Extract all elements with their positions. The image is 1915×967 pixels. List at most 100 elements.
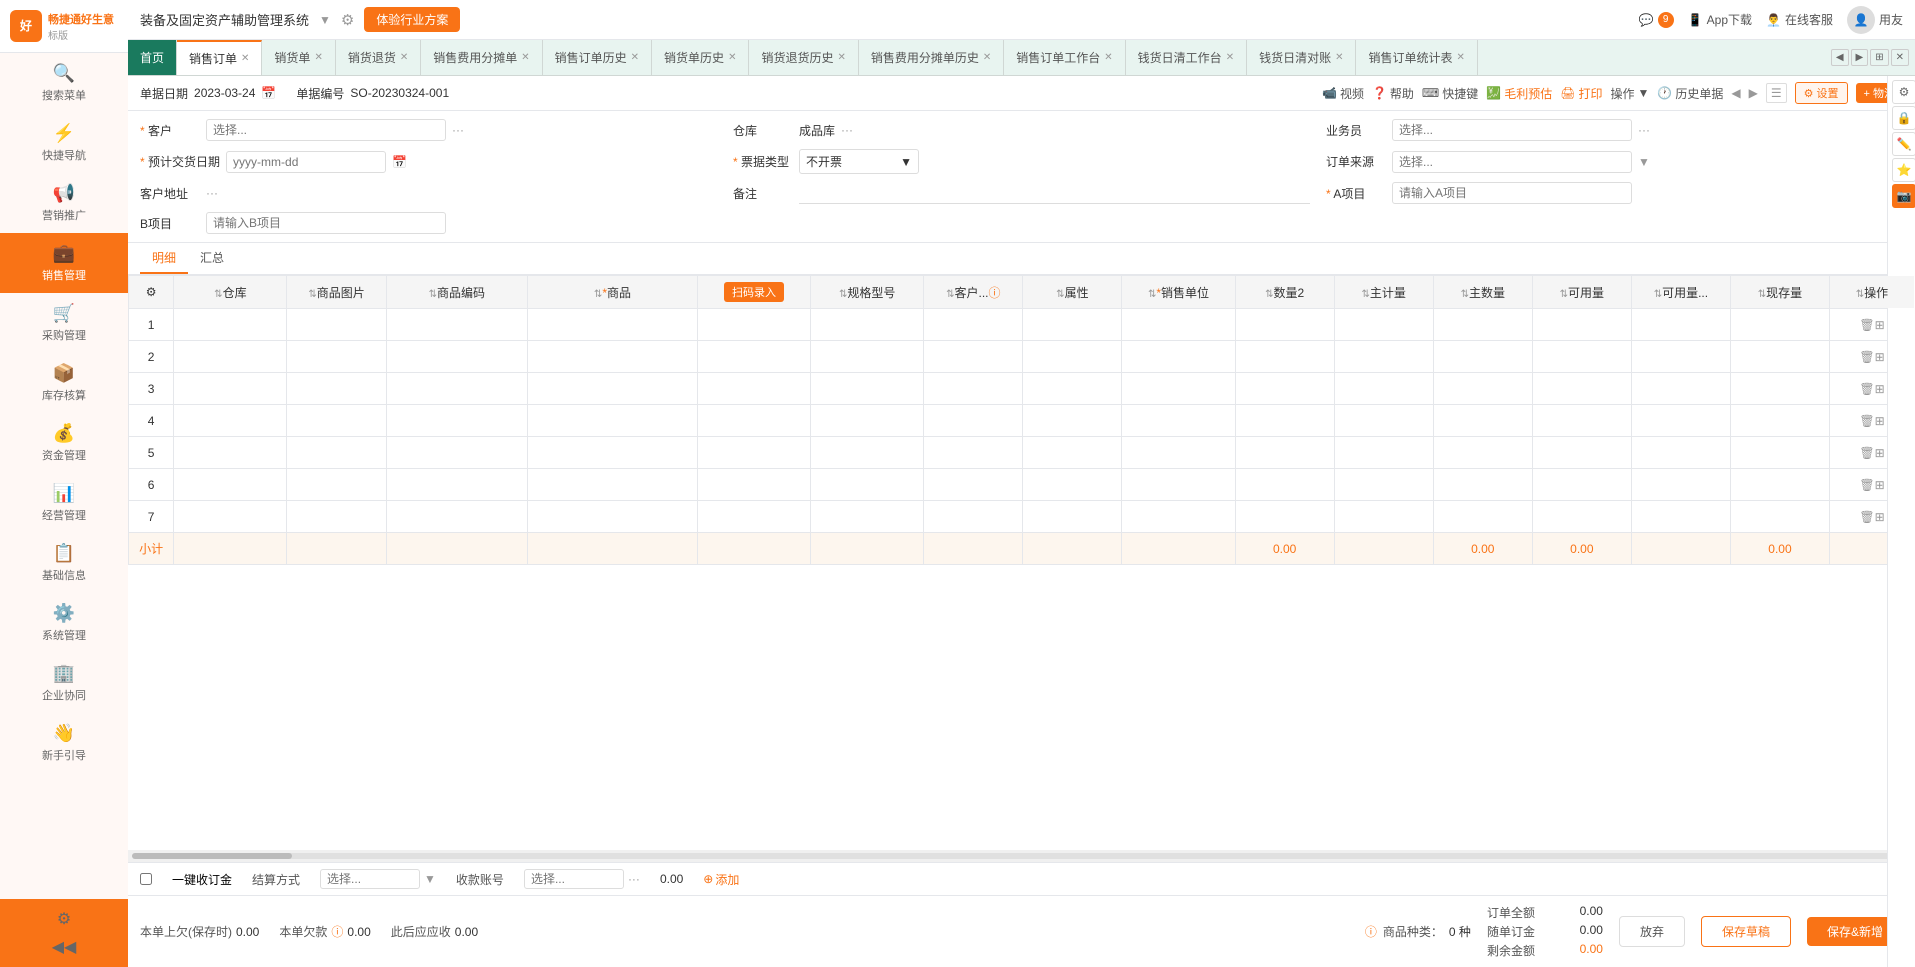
sort-available2[interactable]: ⇅ [1654, 289, 1662, 300]
tab-sales-expense-history[interactable]: 销售费用分摊单历史✕ [859, 40, 1004, 75]
add-btn[interactable]: ⊕ 添加 [703, 871, 739, 888]
help-btn[interactable]: ❓ 帮助 [1372, 85, 1414, 102]
tab-sales-order-workbench[interactable]: 销售订单工作台✕ [1004, 40, 1125, 75]
sidebar-item-system[interactable]: ⚙️系统管理 [0, 593, 128, 653]
address-more[interactable]: ··· [206, 186, 218, 200]
rp-lock-icon[interactable]: 🔒 [1892, 106, 1915, 130]
tab-close-sales-return-history[interactable]: ✕ [728, 52, 736, 63]
online-service-btn[interactable]: 👨‍💼 在线客服 [1766, 11, 1833, 28]
table-settings-icon[interactable]: ⚙ [146, 285, 157, 299]
delivery-date-input[interactable] [226, 151, 386, 173]
user-menu[interactable]: 👤 用友 [1847, 6, 1903, 34]
rp-edit-icon[interactable]: ✏️ [1892, 132, 1915, 156]
tab-close-sales-order[interactable]: ✕ [241, 53, 249, 64]
tab-close-sales-expense-split[interactable]: ✕ [521, 52, 529, 63]
sidebar-item-quick-nav[interactable]: ⚡快捷导航 [0, 113, 128, 173]
copy-row-4[interactable]: ⊞ [1875, 414, 1885, 428]
list-view-btn[interactable]: ☰ [1766, 83, 1787, 103]
rp-settings-icon[interactable]: ⚙ [1892, 80, 1915, 104]
tab-close-all-btn[interactable]: ✕ [1891, 49, 1909, 66]
warehouse-more[interactable]: ··· [841, 123, 853, 137]
goods-count-icon[interactable]: ⓘ [1365, 923, 1377, 940]
tab-cash-reconcile[interactable]: 钱货日清对账✕ [1247, 40, 1356, 75]
sidebar-item-guide[interactable]: 👋新手引导 [0, 713, 128, 773]
copy-row-2[interactable]: ⊞ [1875, 350, 1885, 364]
tab-close-cash-daily-clear[interactable]: ✕ [1226, 52, 1234, 63]
shortcut-btn[interactable]: ⌨ 快捷键 [1422, 85, 1478, 102]
settings-button[interactable]: ⚙ 设置 [1795, 82, 1848, 104]
salesperson-more[interactable]: ··· [1638, 123, 1650, 137]
sort-main-unit[interactable]: ⇅ [1362, 289, 1370, 300]
discard-button[interactable]: 放弃 [1619, 916, 1685, 947]
scroll-thumb[interactable] [132, 853, 292, 859]
sidebar-settings[interactable]: ⚙ [57, 909, 71, 929]
tab-close-sales-order-workbench[interactable]: ✕ [1104, 52, 1112, 63]
sort-main-qty[interactable]: ⇅ [1461, 289, 1469, 300]
tab-sales-expense-split[interactable]: 销售费用分摊单✕ [421, 40, 542, 75]
topbar-arrow-down[interactable]: ▼ [319, 13, 331, 27]
solution-button[interactable]: 体验行业方案 [364, 7, 460, 32]
copy-row-6[interactable]: ⊞ [1875, 478, 1885, 492]
sidebar-item-basic-info[interactable]: 📋基础信息 [0, 533, 128, 593]
sort-product-image[interactable]: ⇅ [308, 289, 316, 300]
sort-product-code[interactable]: ⇅ [429, 289, 437, 300]
tab-next-btn[interactable]: ▶ [1851, 49, 1869, 66]
next-page-btn[interactable]: ▶ [1749, 86, 1758, 100]
tab-close-sales-summary[interactable]: ✕ [1457, 52, 1465, 63]
current-debt-icon[interactable]: ⓘ [331, 923, 343, 940]
tab-sales-order[interactable]: 销售订单✕ [177, 40, 262, 75]
tab-sales-return-history[interactable]: 销货单历史✕ [652, 40, 749, 75]
tab-sales-return[interactable]: 销货单✕ [262, 40, 335, 75]
tab-sales-summary[interactable]: 销售订单统计表✕ [1356, 40, 1477, 75]
delete-row-4[interactable]: 🗑 [1859, 414, 1874, 428]
invoice-type-select[interactable]: 不开票 ▼ [799, 149, 919, 174]
copy-row-1[interactable]: ⊞ [1875, 318, 1885, 332]
gear-icon[interactable]: ⚙ [341, 11, 354, 29]
sort-warehouse[interactable]: ⇅ [214, 289, 222, 300]
sidebar-item-operations[interactable]: 📊经营管理 [0, 473, 128, 533]
detail-tab-summary[interactable]: 汇总 [188, 243, 236, 274]
tab-sales-order-history[interactable]: 销售订单历史✕ [543, 40, 652, 75]
b-project-input[interactable] [206, 212, 446, 234]
tab-close-sales-expense-history[interactable]: ✕ [983, 52, 991, 63]
sidebar-item-search[interactable]: 🔍搜索菜单 [0, 53, 128, 113]
delete-row-1[interactable]: 🗑 [1859, 318, 1874, 332]
customer-input[interactable] [206, 119, 446, 141]
sidebar-item-inventory[interactable]: 📦库存核算 [0, 353, 128, 413]
history-btn[interactable]: 🕐 历史单据 [1657, 85, 1723, 102]
tab-close-cash-reconcile[interactable]: ✕ [1335, 52, 1343, 63]
tab-close-sales-refund[interactable]: ✕ [400, 52, 408, 63]
delete-row-7[interactable]: 🗑 [1859, 510, 1874, 524]
bank-account-more[interactable]: ··· [628, 872, 640, 886]
tab-sales-refund[interactable]: 销货退货✕ [336, 40, 421, 75]
sidebar-item-marketing[interactable]: 📢营销推广 [0, 173, 128, 233]
tab-expand-btn[interactable]: ⊞ [1870, 49, 1888, 66]
a-project-input[interactable] [1392, 182, 1632, 204]
tab-close-sales-return[interactable]: ✕ [314, 52, 322, 63]
sort-actions[interactable]: ⇅ [1856, 289, 1864, 300]
tab-prev-btn[interactable]: ◀ [1831, 49, 1849, 66]
copy-row-7[interactable]: ⊞ [1875, 510, 1885, 524]
tab-cash-daily-clear[interactable]: 钱货日清工作台✕ [1126, 40, 1247, 75]
scroll-bar[interactable] [128, 850, 1915, 862]
customer-more[interactable]: ··· [452, 123, 464, 137]
tab-home[interactable]: 首页 [128, 40, 177, 75]
print-btn[interactable]: 🖨 打印 [1560, 85, 1602, 102]
profit-btn[interactable]: 💹 毛利预估 [1486, 85, 1552, 102]
delete-row-6[interactable]: 🗑 [1859, 478, 1874, 492]
detail-tab-detail[interactable]: 明细 [140, 243, 188, 274]
tab-sales-refund-history[interactable]: 销货退货历史✕ [749, 40, 858, 75]
prev-page-btn[interactable]: ◀ [1731, 86, 1740, 100]
tab-close-sales-order-history[interactable]: ✕ [631, 52, 639, 63]
sort-attributes[interactable]: ⇅ [1056, 289, 1064, 300]
delivery-calendar-icon[interactable]: 📅 [392, 155, 407, 169]
order-source-input[interactable] [1392, 151, 1632, 173]
scroll-track[interactable] [132, 853, 1911, 859]
copy-row-3[interactable]: ⊞ [1875, 382, 1885, 396]
sidebar-item-purchase[interactable]: 🛒采购管理 [0, 293, 128, 353]
one-click-checkbox[interactable] [140, 873, 152, 885]
bank-account-input[interactable] [524, 869, 624, 889]
app-download-btn[interactable]: 📱 App下载 [1688, 11, 1752, 28]
salesperson-input[interactable] [1392, 119, 1632, 141]
sidebar-item-enterprise[interactable]: 🏢企业协同 [0, 653, 128, 713]
